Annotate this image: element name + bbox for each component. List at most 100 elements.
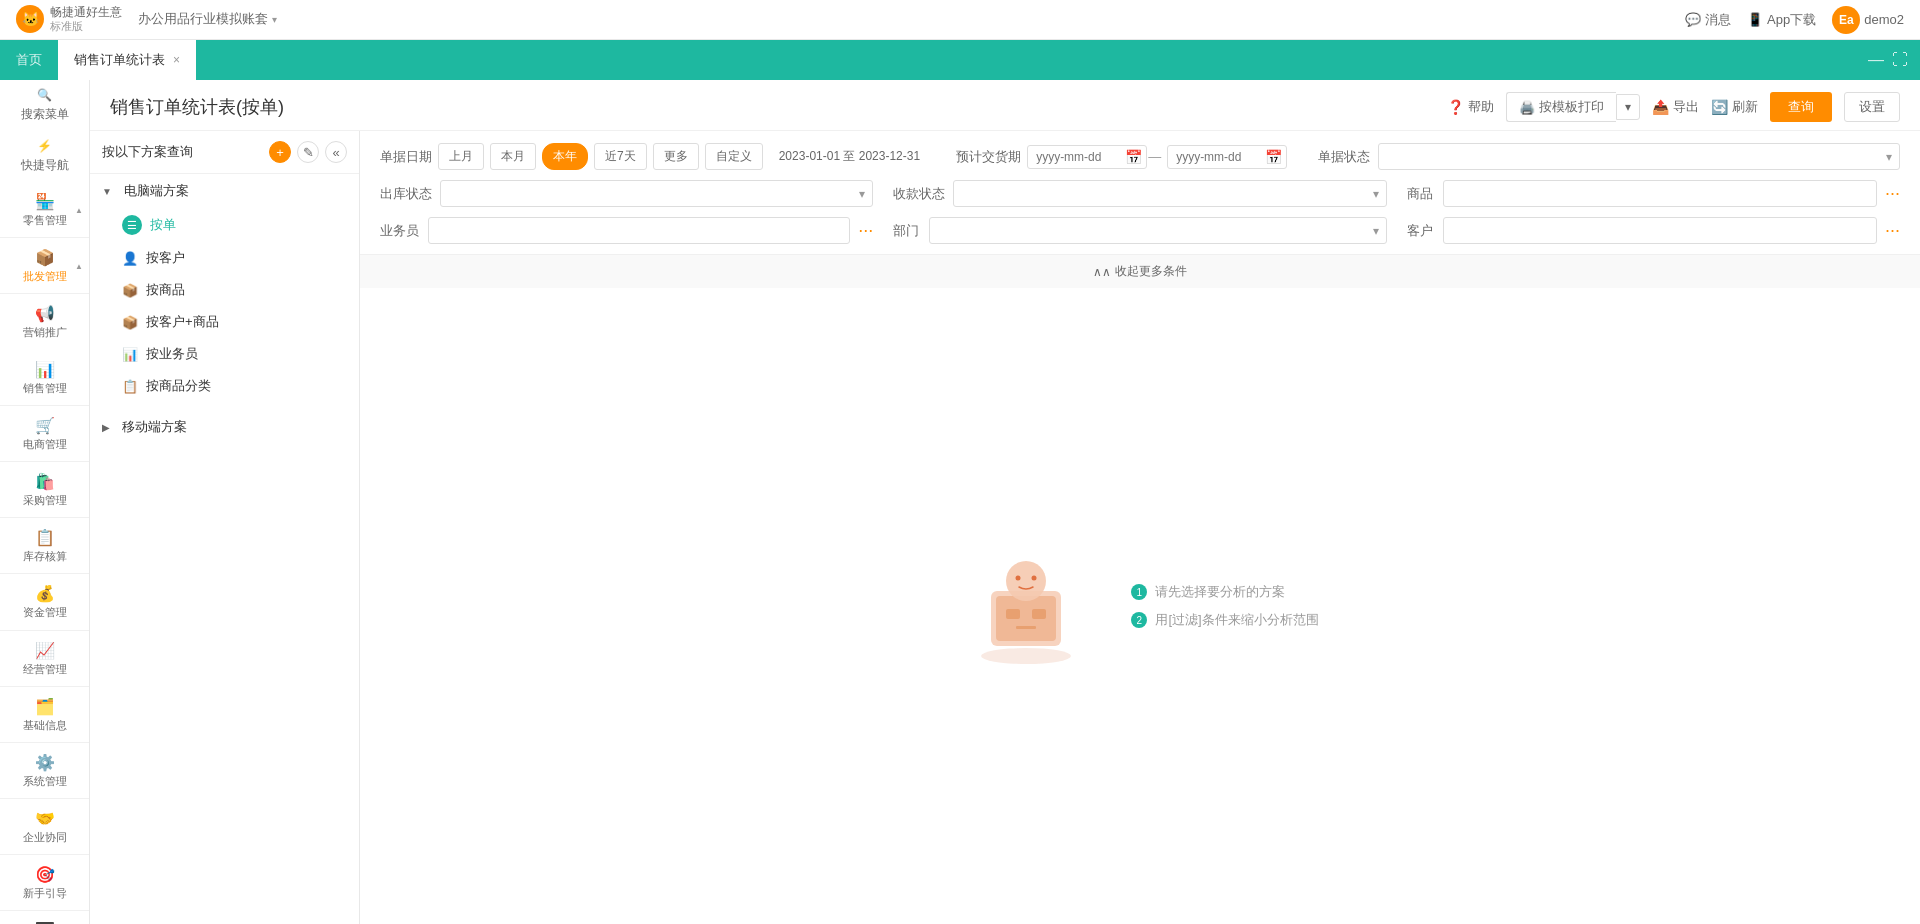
filter-row-3: 业务员 ··· 部门 xyxy=(380,217,1900,244)
sidebar-nav-label: 快捷导航 xyxy=(21,157,69,174)
user-menu[interactable]: Ea demo2 xyxy=(1832,6,1904,34)
add-scheme-button[interactable]: + xyxy=(269,141,291,163)
sidebar-section-appstore: 🔲 企业微信 xyxy=(0,911,89,924)
sidebar-section-inventory: 📋 库存核算 xyxy=(0,518,89,574)
date-7days[interactable]: 近7天 xyxy=(594,143,647,170)
sidebar-section-retail: 🏪 零售管理 xyxy=(0,182,89,238)
wholesale-icon: 📦 xyxy=(35,248,55,267)
refresh-button[interactable]: 🔄 刷新 xyxy=(1711,98,1758,116)
right-content: 单据日期 上月 本月 本年 近7天 更多 自定义 2023-01-01 至 20… xyxy=(360,131,1920,924)
tab-close-icon[interactable]: × xyxy=(173,53,180,67)
tree-item-by-order[interactable]: ☰ 按单 xyxy=(90,208,359,242)
by-cg-icon: 📦 xyxy=(122,315,138,330)
collapse-panel-button[interactable]: « xyxy=(325,141,347,163)
tree-item-by-order-label: 按单 xyxy=(150,216,176,234)
avatar: Ea xyxy=(1832,6,1860,34)
by-goods-icon: 📦 xyxy=(122,283,138,298)
help-button[interactable]: ❓ 帮助 xyxy=(1447,98,1494,116)
sidebar-item-system[interactable]: ⚙️ 系统管理 xyxy=(0,743,89,798)
date-more[interactable]: 更多 xyxy=(653,143,699,170)
sidebar-item-wholesale[interactable]: 📦 批发管理 xyxy=(0,238,89,293)
sidebar-retail-label: 零售管理 xyxy=(23,214,67,227)
goods-ellipsis-icon[interactable]: ··· xyxy=(1885,183,1900,204)
tree-item-by-category[interactable]: 📋 按商品分类 xyxy=(90,370,359,402)
query-button[interactable]: 查询 xyxy=(1770,92,1832,122)
user-name: demo2 xyxy=(1864,12,1904,27)
sidebar-section-marketing: 📢 营销推广 📊 销售管理 xyxy=(0,294,89,405)
sidebar-quick-nav[interactable]: ⚡ 快捷导航 xyxy=(0,131,89,182)
page-header: 销售订单统计表(按单) ❓ 帮助 🖨️ 按模板打印 ▾ 📤 导出 xyxy=(90,80,1920,131)
collect-status-label: 收款状态 xyxy=(893,185,945,203)
customer-filter: 客户 ··· xyxy=(1407,217,1900,244)
sidebar-section-purchase: 🛍️ 采购管理 xyxy=(0,462,89,518)
message-label: 消息 xyxy=(1705,11,1731,29)
tab-minimize-icon[interactable]: — xyxy=(1868,51,1884,69)
message-button[interactable]: 💬 消息 xyxy=(1685,11,1731,29)
customer-ellipsis-icon[interactable]: ··· xyxy=(1885,220,1900,241)
tree-item-by-goods[interactable]: 📦 按商品 xyxy=(90,274,359,306)
tree-item-by-customer[interactable]: 👤 按客户 xyxy=(90,242,359,274)
app-download-button[interactable]: 📱 App下载 xyxy=(1747,11,1816,29)
sidebar-section-system: ⚙️ 系统管理 xyxy=(0,743,89,799)
dept-select[interactable] xyxy=(929,217,1386,244)
logo-sub: 标准版 xyxy=(50,19,122,34)
tab-home[interactable]: 首页 xyxy=(0,40,58,80)
doc-status-filter: 单据状态 xyxy=(1318,143,1900,170)
message-icon: 💬 xyxy=(1685,12,1701,27)
sidebar-item-basic[interactable]: 🗂️ 基础信息 xyxy=(0,687,89,742)
main-body: 1 请先选择要分析的方案 2 用[过滤]条件来缩小分析范围 xyxy=(360,288,1920,924)
tab-sales-order-stats[interactable]: 销售订单统计表 × xyxy=(58,40,196,80)
salesman-ellipsis-icon[interactable]: ··· xyxy=(858,220,873,241)
expected-date-filter: 预计交货期 📅 — 📅 xyxy=(956,145,1282,169)
sidebar-item-marketing[interactable]: 📢 营销推广 xyxy=(0,294,89,349)
goods-input[interactable] xyxy=(1443,180,1877,207)
tree-item-by-cg[interactable]: 📦 按客户+商品 xyxy=(90,306,359,338)
svg-rect-2 xyxy=(996,596,1056,641)
settings-button[interactable]: 设置 xyxy=(1844,92,1900,122)
print-dropdown-icon[interactable]: ▾ xyxy=(1616,94,1640,120)
collect-status-select[interactable] xyxy=(953,180,1386,207)
date-prev-month[interactable]: 上月 xyxy=(438,143,484,170)
sidebar-item-operation[interactable]: 📈 经营管理 xyxy=(0,631,89,686)
sidebar-search-label: 搜索菜单 xyxy=(21,106,69,123)
sidebar-item-retail[interactable]: 🏪 零售管理 xyxy=(0,182,89,237)
hint-2-text: 用[过滤]条件来缩小分析范围 xyxy=(1155,611,1318,629)
date-this-month[interactable]: 本月 xyxy=(490,143,536,170)
sidebar-search[interactable]: 🔍 搜索菜单 xyxy=(0,80,89,131)
sidebar-item-enterprise[interactable]: 🤝 企业协同 xyxy=(0,799,89,854)
finance-icon: 💰 xyxy=(35,584,55,603)
date-custom[interactable]: 自定义 xyxy=(705,143,763,170)
date-cal-icon-start[interactable]: 📅 xyxy=(1125,149,1142,165)
workspace-selector[interactable]: 办公用品行业模拟账套 ▾ xyxy=(130,10,285,28)
sidebar-item-sales[interactable]: 📊 销售管理 xyxy=(0,350,89,405)
ship-status-select[interactable] xyxy=(440,180,873,207)
doc-status-select[interactable] xyxy=(1378,143,1900,170)
tab-maximize-icon[interactable]: ⛶ xyxy=(1892,51,1908,69)
sidebar-item-appstore[interactable]: 🔲 企业微信 xyxy=(0,911,89,924)
sidebar-item-inventory[interactable]: 📋 库存核算 xyxy=(0,518,89,573)
sidebar-item-purchase[interactable]: 🛍️ 采购管理 xyxy=(0,462,89,517)
date-this-year[interactable]: 本年 xyxy=(542,143,588,170)
sidebar-basic-label: 基础信息 xyxy=(23,719,67,732)
sidebar-item-finance[interactable]: 💰 资金管理 xyxy=(0,574,89,629)
sidebar-item-ecommerce[interactable]: 🛒 电商管理 xyxy=(0,406,89,461)
filter-row-1: 单据日期 上月 本月 本年 近7天 更多 自定义 2023-01-01 至 20… xyxy=(380,143,1900,170)
collapse-bar[interactable]: ∧∧ 收起更多条件 xyxy=(360,254,1920,288)
tab-sales-label: 销售订单统计表 xyxy=(74,51,165,69)
salesman-input[interactable] xyxy=(428,217,850,244)
filter-section: 单据日期 上月 本月 本年 近7天 更多 自定义 2023-01-01 至 20… xyxy=(360,131,1920,288)
print-button[interactable]: 🖨️ 按模板打印 xyxy=(1506,92,1616,122)
export-button[interactable]: 📤 导出 xyxy=(1652,98,1699,116)
customer-input[interactable] xyxy=(1443,217,1877,244)
expand-icon: ▼ xyxy=(102,186,112,197)
hint-2-icon: 2 xyxy=(1131,612,1147,628)
date-cal-icon-end[interactable]: 📅 xyxy=(1265,149,1282,165)
svg-point-4 xyxy=(1016,576,1021,581)
sidebar-item-newbie[interactable]: 🎯 新手引导 xyxy=(0,855,89,910)
sidebar-section-newbie: 🎯 新手引导 xyxy=(0,855,89,911)
newbie-icon: 🎯 xyxy=(35,865,55,884)
tree-item-by-salesman[interactable]: 📊 按业务员 xyxy=(90,338,359,370)
edit-scheme-button[interactable]: ✎ xyxy=(297,141,319,163)
filter-row-2: 出库状态 收款状态 xyxy=(380,180,1900,207)
tree-pc-section: ▼ 电脑端方案 xyxy=(90,174,359,208)
